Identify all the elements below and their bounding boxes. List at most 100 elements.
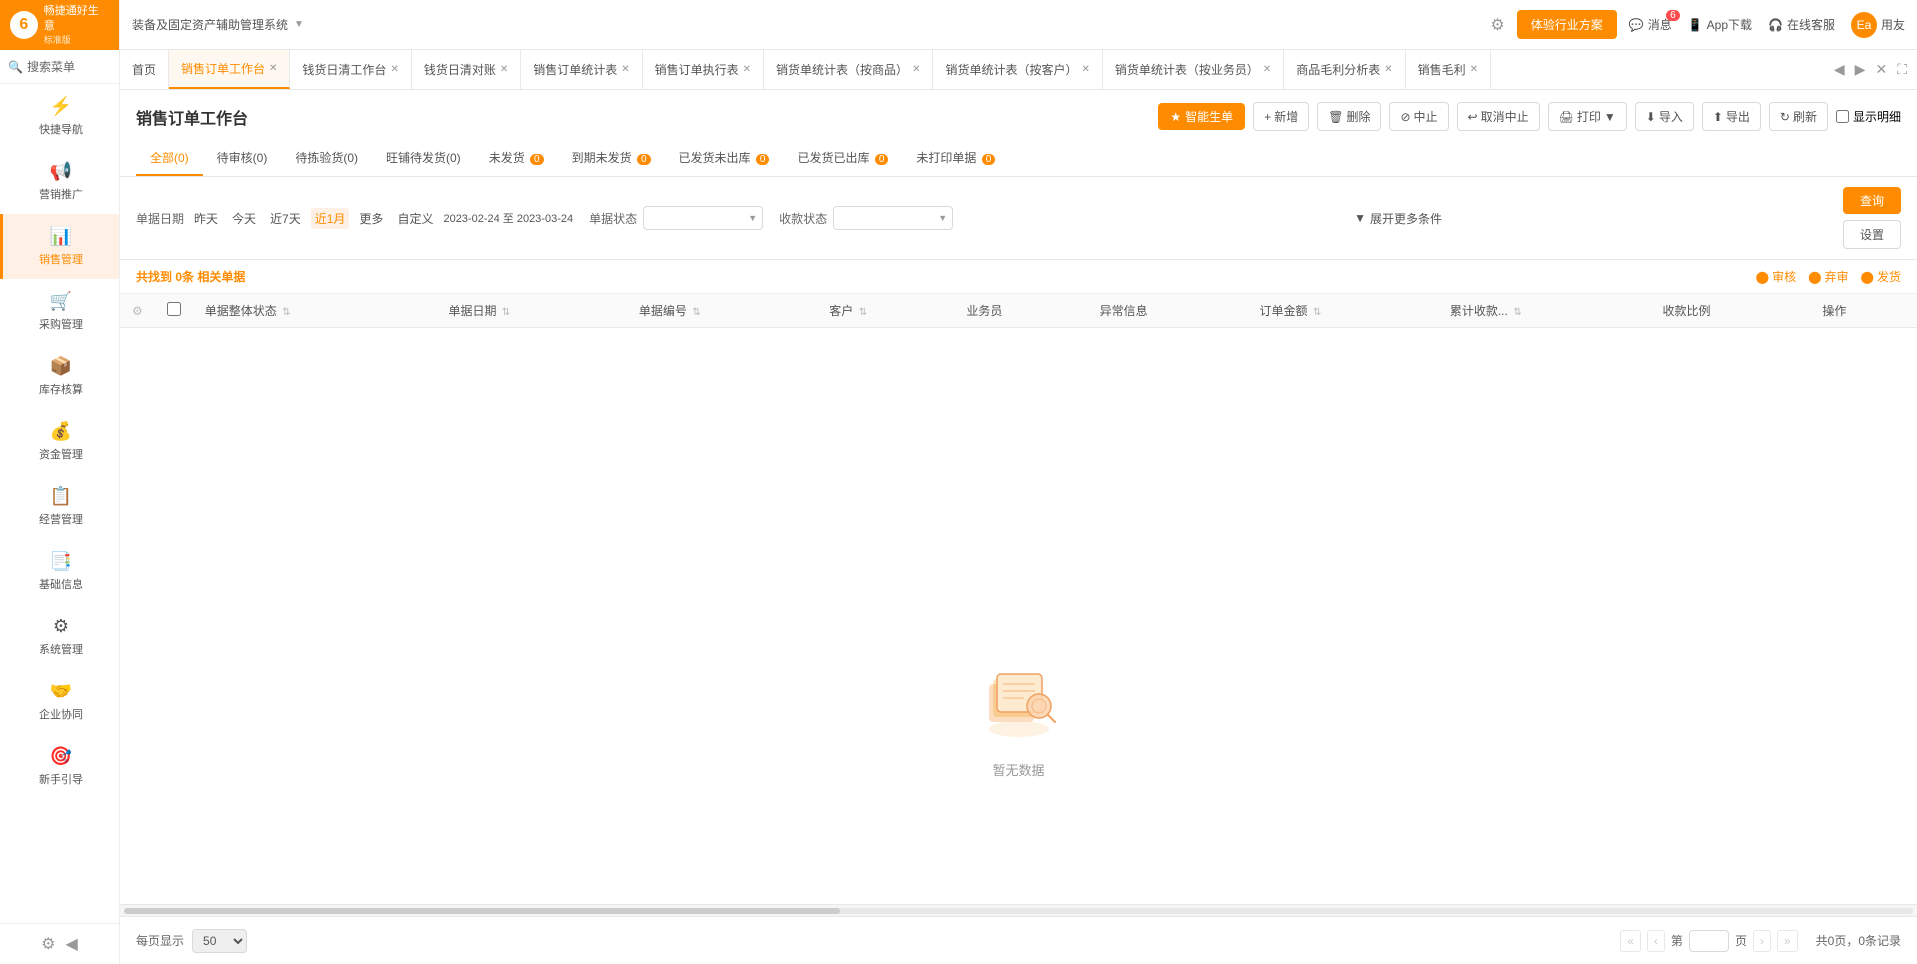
tab-sales-stats-staff[interactable]: 销货单统计表（按业务员） ✕: [1103, 50, 1284, 89]
search-menu[interactable]: 🔍 搜索菜单: [0, 50, 119, 84]
sub-tab-pending-inspect[interactable]: 待拣验货(0): [281, 141, 372, 176]
sidebar-item-quick-nav[interactable]: ⚡ 快捷导航: [0, 84, 119, 149]
tab-home[interactable]: 首页: [120, 50, 169, 89]
tab-sales-profit[interactable]: 销售毛利 ✕: [1406, 50, 1491, 89]
prev-page-btn[interactable]: ‹: [1647, 930, 1665, 952]
tab-close-customer[interactable]: ✕: [1081, 64, 1089, 75]
sidebar-item-system[interactable]: ⚙ 系统管理: [0, 604, 119, 669]
sub-tab-wangpu[interactable]: 旺铺待发货(0): [372, 141, 475, 176]
sub-tab-overdue[interactable]: 到期未发货 0: [558, 141, 665, 176]
tab-close-sales-order[interactable]: ✕: [269, 63, 277, 74]
first-page-btn[interactable]: «: [1620, 930, 1641, 952]
tab-sales-stats-customer[interactable]: 销货单统计表（按客户） ✕: [933, 50, 1102, 89]
col-date[interactable]: 单据日期 ⇅: [436, 294, 626, 328]
review-btn[interactable]: ⬤ 审核: [1756, 268, 1796, 285]
online-service-btn[interactable]: 🎧 在线客服: [1768, 16, 1835, 33]
delete-btn[interactable]: 🗑 删除: [1317, 102, 1381, 131]
tab-close-cash-recon[interactable]: ✕: [500, 64, 508, 75]
stop-btn[interactable]: ⊘ 中止: [1389, 102, 1448, 131]
date-opt-more[interactable]: 更多: [355, 208, 387, 229]
sidebar-item-enterprise[interactable]: 🤝 企业协同: [0, 669, 119, 734]
smart-gen-btn[interactable]: ★ 智能生单: [1158, 103, 1245, 130]
import-btn[interactable]: ⬇ 导入: [1635, 102, 1694, 131]
col-amount[interactable]: 订单金额 ⇅: [1247, 294, 1437, 328]
tab-close-sales-stats[interactable]: ✕: [621, 64, 629, 75]
cancel-stop-btn[interactable]: ↩ 取消中止: [1457, 102, 1540, 131]
select-all-checkbox[interactable]: [167, 302, 181, 316]
print-btn[interactable]: 🖨 打印 ▼: [1548, 102, 1627, 131]
scrollbar-track[interactable]: [124, 908, 1913, 914]
revoke-btn[interactable]: ⬤ 弃审: [1808, 268, 1848, 285]
message-btn[interactable]: 💬 消息 6: [1629, 16, 1672, 33]
date-opt-7days[interactable]: 近7天: [266, 208, 305, 229]
payment-select[interactable]: [833, 206, 953, 230]
add-icon: +: [1264, 110, 1271, 124]
sub-tab-all[interactable]: 全部(0): [136, 141, 203, 176]
filter-status: 单据状态: [589, 206, 763, 230]
tabs-next-btn[interactable]: ▶: [1851, 57, 1870, 82]
date-opt-custom[interactable]: 自定义: [393, 208, 437, 229]
status-select[interactable]: [643, 206, 763, 230]
tab-sales-order-workbench[interactable]: 销售订单工作台 ✕: [169, 50, 290, 89]
tab-sales-stats-product[interactable]: 销货单统计表（按商品） ✕: [764, 50, 933, 89]
tab-sales-order-stats[interactable]: 销售订单统计表 ✕: [521, 50, 642, 89]
sidebar-item-marketing[interactable]: 📢 营销推广: [0, 149, 119, 214]
expand-filter-btn[interactable]: ▼ 展开更多条件: [1354, 210, 1442, 227]
sidebar-item-operations[interactable]: 📋 经营管理: [0, 474, 119, 539]
sub-tab-shipped-out[interactable]: 已发货已出库 0: [783, 141, 902, 176]
sub-tab-shipped-not-out[interactable]: 已发货未出库 0: [665, 141, 784, 176]
add-btn[interactable]: + 新增: [1253, 102, 1309, 131]
col-collected[interactable]: 累计收款... ⇅: [1438, 294, 1651, 328]
last-page-btn[interactable]: »: [1777, 930, 1798, 952]
sub-tab-pending-review[interactable]: 待审核(0): [203, 141, 282, 176]
sidebar-item-purchase[interactable]: 🛒 采购管理: [0, 279, 119, 344]
col-number[interactable]: 单据编号 ⇅: [627, 294, 817, 328]
tabs-maximize-btn[interactable]: ⛶: [1893, 57, 1911, 82]
sidebar-item-inventory[interactable]: 📦 库存核算: [0, 344, 119, 409]
footer-collapse-btn[interactable]: ◀: [66, 934, 78, 954]
tab-product-margin[interactable]: 商品毛利分析表 ✕: [1284, 50, 1405, 89]
tab-close-staff[interactable]: ✕: [1263, 64, 1271, 75]
tabs-close-all-btn[interactable]: ✕: [1871, 57, 1891, 82]
query-btn[interactable]: 查询: [1843, 187, 1901, 214]
next-page-btn[interactable]: ›: [1753, 930, 1771, 952]
table-toolbar: 共找到 0条 相关单据 ⬤ 审核 ⬤ 弃审 ⬤ 发货: [120, 260, 1917, 294]
tab-close-margin[interactable]: ✕: [1384, 64, 1392, 75]
show-detail-toggle[interactable]: 显示明细: [1836, 108, 1901, 125]
show-detail-checkbox[interactable]: [1836, 110, 1849, 123]
table-settings-icon[interactable]: ⚙: [132, 304, 143, 318]
sidebar-item-finance[interactable]: 💰 资金管理: [0, 409, 119, 474]
date-opt-today[interactable]: 今天: [228, 208, 260, 229]
export-btn[interactable]: ⬆ 导出: [1702, 102, 1761, 131]
sub-tab-not-printed[interactable]: 未打印单据 0: [902, 141, 1009, 176]
tab-sales-profit-label: 销售毛利: [1418, 61, 1466, 78]
sidebar-item-sales[interactable]: 📊 销售管理: [0, 214, 119, 279]
settings-icon[interactable]: ⚙: [1490, 15, 1504, 35]
user-menu[interactable]: Ea 用友: [1851, 12, 1905, 38]
col-customer[interactable]: 客户 ⇅: [817, 294, 954, 328]
tab-close-exec[interactable]: ✕: [743, 64, 751, 75]
sidebar-item-new-guide[interactable]: 🎯 新手引导: [0, 734, 119, 799]
sub-tab-not-shipped[interactable]: 未发货 0: [475, 141, 558, 176]
app-download-btn[interactable]: 📱 App下载: [1688, 16, 1752, 33]
horizontal-scrollbar[interactable]: [120, 904, 1917, 916]
tab-cash-reconciliation[interactable]: 钱货日清对账 ✕: [412, 50, 521, 89]
footer-settings-btn[interactable]: ⚙: [41, 934, 55, 954]
date-opt-1month[interactable]: 近1月: [311, 208, 350, 229]
tab-close-cash-daily[interactable]: ✕: [390, 64, 398, 75]
set-btn[interactable]: 设置: [1843, 220, 1901, 249]
tabs-prev-btn[interactable]: ◀: [1830, 57, 1849, 82]
tab-close-product[interactable]: ✕: [912, 64, 920, 75]
empty-state: 暂无数据: [120, 539, 1917, 904]
industry-btn[interactable]: 体验行业方案: [1517, 10, 1617, 39]
scrollbar-thumb[interactable]: [124, 908, 840, 914]
tab-close-profit[interactable]: ✕: [1470, 64, 1478, 75]
tab-cash-daily[interactable]: 钱货日清工作台 ✕: [290, 50, 411, 89]
tab-sales-order-exec[interactable]: 销售订单执行表 ✕: [643, 50, 764, 89]
ship-btn[interactable]: ⬤ 发货: [1861, 268, 1901, 285]
page-input[interactable]: 1: [1689, 930, 1729, 952]
date-opt-yesterday[interactable]: 昨天: [190, 208, 222, 229]
sidebar-item-basic-info[interactable]: 📑 基础信息: [0, 539, 119, 604]
refresh-btn[interactable]: ↻ 刷新: [1769, 102, 1828, 131]
per-page-select[interactable]: 50 100: [192, 929, 247, 953]
